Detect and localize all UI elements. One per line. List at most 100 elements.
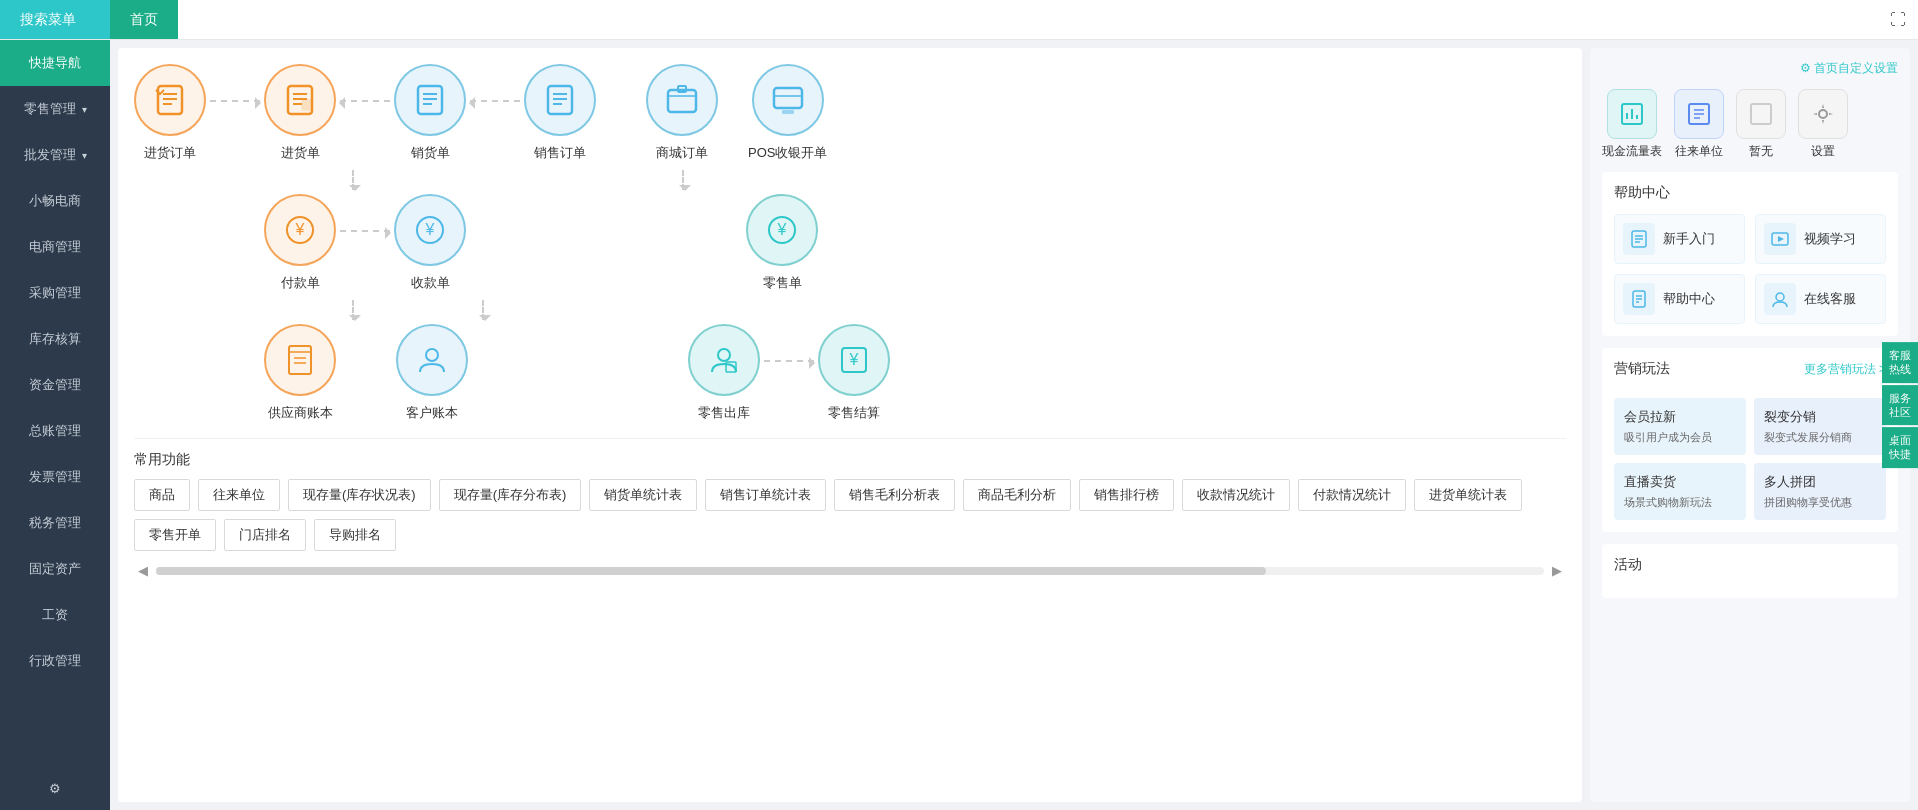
sidebar-item-ecommerce-small[interactable]: 小畅电商 [0,178,110,224]
help-item-video[interactable]: 视频学习 [1755,214,1886,264]
func-btn-units[interactable]: 往来单位 [198,479,280,511]
func-btn-sales-rank[interactable]: 销售排行榜 [1079,479,1174,511]
search-menu-button[interactable]: 搜索菜单 [0,0,110,39]
marketing-title: 营销玩法 [1614,360,1670,378]
content-area: 进货订单 [110,40,1918,810]
func-btn-stock-dist[interactable]: 现存量(库存分布表) [439,479,582,511]
arrow-connector-pay [340,194,390,232]
sidebar-item-ledger[interactable]: 总账管理 [0,408,110,454]
sidebar-settings-button[interactable]: ⚙ [0,767,110,810]
sidebar-item-finance[interactable]: 资金管理 [0,362,110,408]
func-btn-sales-stats[interactable]: 销货单统计表 [589,479,697,511]
svg-point-58 [1776,293,1784,301]
sidebar-item-fixed-assets[interactable]: 固定资产 [0,546,110,592]
help-item-beginner[interactable]: 新手入门 [1614,214,1745,264]
sidebar-item-admin[interactable]: 行政管理 [0,638,110,684]
sidebar-item-quick-nav[interactable]: 快捷导航 [0,40,110,86]
svg-text:¥: ¥ [849,351,859,368]
flow-node-retail-outbound[interactable]: 零售出库 [688,324,760,422]
arrow-connector-2 [340,64,390,102]
help-item-support-label: 在线客服 [1804,290,1856,308]
marketing-more-link[interactable]: 更多营销玩法 > [1804,361,1886,378]
svg-text:¥: ¥ [425,221,435,238]
flow-diagram-section: 进货订单 [134,64,1566,438]
func-btn-goods[interactable]: 商品 [134,479,190,511]
sidebar-item-wholesale[interactable]: 批发管理 ▾ [0,132,110,178]
flow-node-purchase-order[interactable]: 进货订单 [134,64,206,162]
help-item-docs[interactable]: 帮助中心 [1614,274,1745,324]
chevron-down-icon: ▾ [82,150,87,161]
arrow-connector-3 [470,64,520,102]
sidebar-item-purchase[interactable]: 采购管理 [0,270,110,316]
common-functions-title: 常用功能 [134,451,1566,469]
flow-node-customer-book[interactable]: 客户账本 [396,324,468,422]
arrow-connector-1 [210,64,260,102]
func-btn-guide-rank[interactable]: 导购排名 [314,519,396,551]
help-item-support[interactable]: 在线客服 [1755,274,1886,324]
quick-icon-settings[interactable]: 设置 [1798,89,1848,160]
marketing-item-live[interactable]: 直播卖货 场景式购物新玩法 [1614,463,1746,520]
activity-title: 活动 [1614,556,1886,574]
float-btn-community[interactable]: 服务社区 [1882,385,1918,426]
quick-icon-contacts[interactable]: 往来单位 [1674,89,1724,160]
func-btn-payment-stats[interactable]: 付款情况统计 [1298,479,1406,511]
main-layout: 快捷导航 零售管理 ▾ 批发管理 ▾ 小畅电商 电商管理 采购管理 库存核算 资… [0,40,1918,810]
func-btn-stock-status[interactable]: 现存量(库存状况表) [288,479,431,511]
func-btn-receipt-stats[interactable]: 收款情况统计 [1182,479,1290,511]
svg-rect-8 [302,100,312,110]
sidebar-item-tax[interactable]: 税务管理 [0,500,110,546]
scroll-track[interactable] [156,567,1544,575]
sidebar-item-invoice[interactable]: 发票管理 [0,454,110,500]
customize-settings-link[interactable]: ⚙ 首页自定义设置 [1800,60,1898,77]
svg-point-47 [1819,110,1827,118]
func-btn-store-rank[interactable]: 门店排名 [224,519,306,551]
float-btn-desktop[interactable]: 桌面快捷 [1882,427,1918,468]
flow-node-purchase[interactable]: 进货单 [264,64,336,162]
help-grid: 新手入门 视频学习 帮助中心 [1614,214,1886,324]
svg-rect-20 [774,88,802,108]
func-btn-order-stats[interactable]: 销售订单统计表 [705,479,826,511]
arrow-connector-retail [764,324,814,362]
svg-marker-53 [1778,236,1784,242]
svg-rect-46 [1751,104,1771,124]
flow-node-receipt[interactable]: ¥ 收款单 [394,194,466,292]
flow-node-supplier-book[interactable]: 供应商账本 [264,324,336,422]
sidebar-item-ecommerce-mgmt[interactable]: 电商管理 [0,224,110,270]
marketing-item-group[interactable]: 多人拼团 拼团购物享受优惠 [1754,463,1886,520]
sidebar-item-inventory[interactable]: 库存核算 [0,316,110,362]
help-item-beginner-label: 新手入门 [1663,230,1715,248]
marketing-grid: 会员拉新 吸引用户成为会员 裂变分销 裂变式发展分销商 直播卖货 场景式购物新玩… [1614,398,1886,520]
func-btn-sales-profit[interactable]: 销售毛利分析表 [834,479,955,511]
flow-node-pos[interactable]: POS收银开单 [748,64,827,162]
flow-node-retail[interactable]: ¥ 零售单 [746,194,818,292]
right-panel: ⚙ 首页自定义设置 现金流量表 [1590,48,1910,802]
func-btn-retail-order[interactable]: 零售开单 [134,519,216,551]
help-center-section: 帮助中心 新手入门 视频学习 [1602,172,1898,336]
gear-icon: ⚙ [1800,61,1811,75]
quick-icon-empty[interactable]: 暂无 [1736,89,1786,160]
sidebar-item-payroll[interactable]: 工资 [0,592,110,638]
scroll-right-button[interactable]: ▶ [1548,563,1566,578]
flow-node-sales-order[interactable]: 销售订单 [524,64,596,162]
home-tab[interactable]: 首页 [110,0,178,39]
marketing-item-member[interactable]: 会员拉新 吸引用户成为会员 [1614,398,1746,455]
flow-node-retail-settlement[interactable]: ¥ 零售结算 [818,324,890,422]
svg-point-33 [426,349,438,361]
quick-icon-cashflow[interactable]: 现金流量表 [1602,89,1662,160]
float-btn-service[interactable]: 客服热线 [1882,342,1918,383]
common-functions: 常用功能 商品 往来单位 现存量(库存状况表) 现存量(库存分布表) 销货单统计… [134,438,1566,551]
sidebar-item-retail[interactable]: 零售管理 ▾ [0,86,110,132]
flow-node-payment[interactable]: ¥ 付款单 [264,194,336,292]
activity-section: 活动 [1602,544,1898,598]
fullscreen-button[interactable]: ⛶ [1878,0,1918,39]
flow-node-sales[interactable]: 销货单 [394,64,466,162]
scroll-thumb [156,567,1266,575]
flow-node-mall-order[interactable]: 商城订单 [646,64,718,162]
marketing-item-fission[interactable]: 裂变分销 裂变式发展分销商 [1754,398,1886,455]
left-panel: 进货订单 [118,48,1582,802]
svg-rect-22 [782,110,794,114]
quick-access-icons: 现金流量表 往来单位 暂无 [1602,89,1898,160]
func-btn-goods-profit[interactable]: 商品毛利分析 [963,479,1071,511]
func-btn-purchase-stats[interactable]: 进货单统计表 [1414,479,1522,511]
scroll-left-button[interactable]: ◀ [134,563,152,578]
